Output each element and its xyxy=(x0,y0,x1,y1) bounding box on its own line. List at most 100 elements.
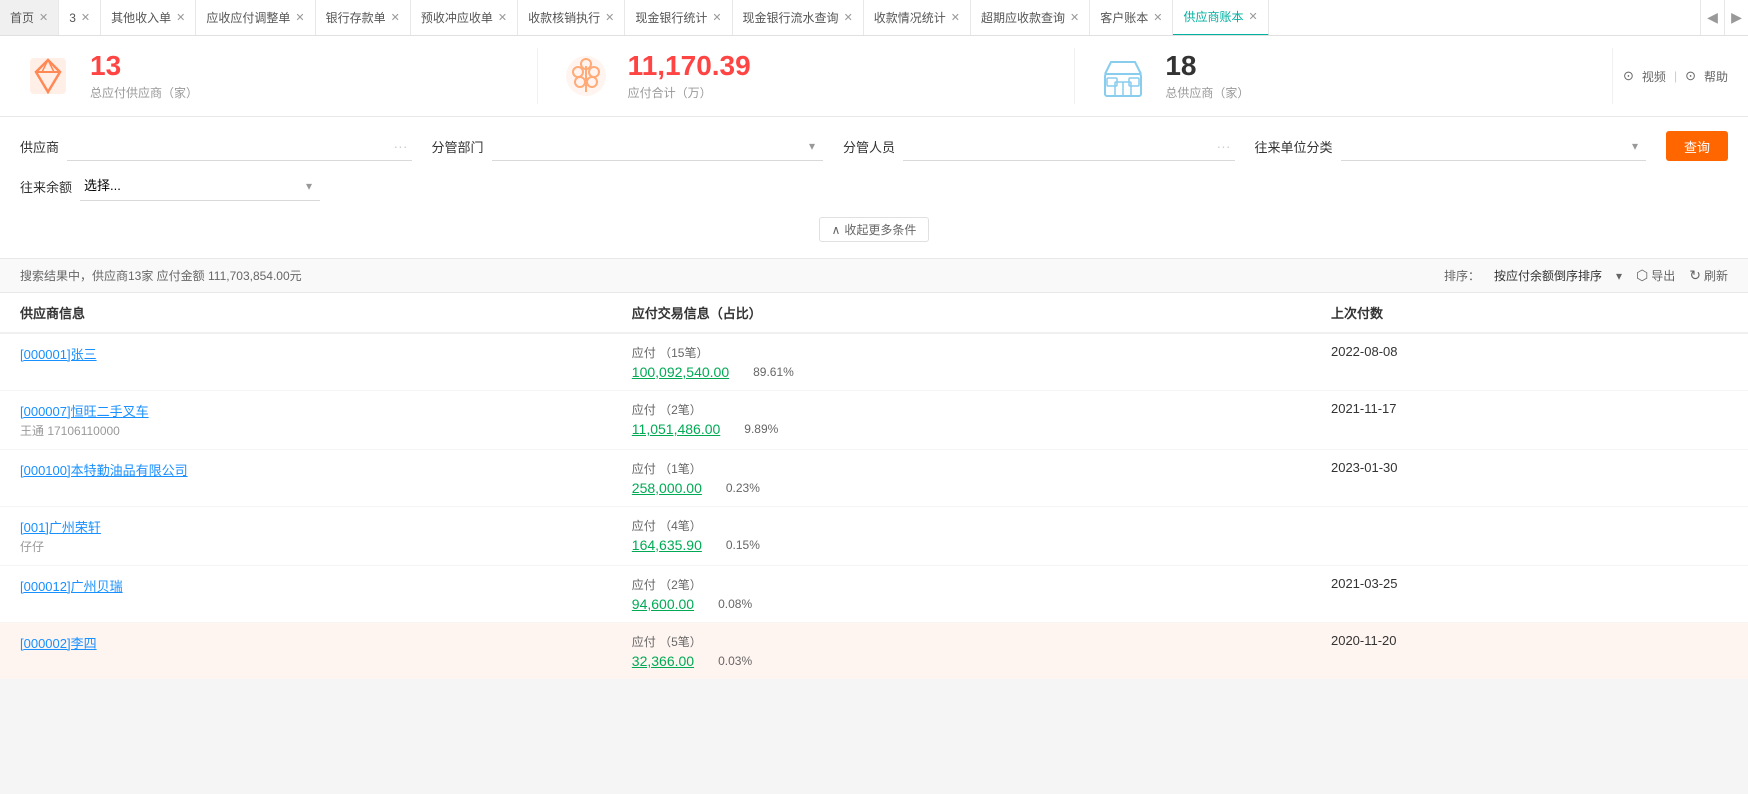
nav-tab-cash-bank-flow-close[interactable]: ✕ xyxy=(844,11,853,24)
txn-count-label: 应付 （5笔） xyxy=(632,633,1291,650)
txn-amount-value[interactable]: 11,051,486.00 xyxy=(632,421,721,437)
table-row: [000007]恒旺二手叉车王通 17106110000应付 （2笔）11,05… xyxy=(0,391,1748,450)
nav-tab-ap-adjust-label: 应收应付调整单 xyxy=(206,9,290,26)
nav-tab-bank-deposit-label: 银行存款单 xyxy=(326,9,386,26)
filter-dept-select[interactable] xyxy=(492,138,823,153)
nav-tab-collection-exec-label: 收款核销执行 xyxy=(528,9,600,26)
supplier-link[interactable]: [000100]本特勤油品有限公司 xyxy=(20,463,188,478)
nav-tab-collection-stat[interactable]: 收款情况统计 ✕ xyxy=(864,0,971,36)
txn-info-cell: 应付 （2笔） 11,051,486.00 9.89% xyxy=(612,391,1311,450)
filter-dept-label: 分管部门 xyxy=(432,137,484,156)
filter-person-input[interactable] xyxy=(903,138,1216,153)
nav-tab-other-income-label: 其他收入单 xyxy=(111,9,171,26)
search-button[interactable]: 查询 xyxy=(1666,131,1728,161)
filter-row-1: 供应商 ··· 分管部门 ▾ 分管人员 ··· xyxy=(20,131,1728,161)
stat-label-payable-amount: 应付合计（万） xyxy=(628,84,751,101)
table-row: [000012]广州贝瑞应付 （2笔）94,600.000.08%2021-03… xyxy=(0,566,1748,623)
video-link[interactable]: 视频 xyxy=(1642,68,1666,85)
nav-tab-overdue[interactable]: 超期应收款查询 ✕ xyxy=(971,0,1090,36)
nav-tab-cash-bank-stat[interactable]: 现金银行统计 ✕ xyxy=(625,0,732,36)
nav-tab-overdue-close[interactable]: ✕ xyxy=(1070,11,1079,24)
nav-tab-supplier-account-label: 供应商账本 xyxy=(1183,8,1243,25)
nav-scroll-left[interactable]: ◀ xyxy=(1700,0,1724,36)
supplier-link[interactable]: [000001]张三 xyxy=(20,347,97,362)
nav-tab-supplier-account[interactable]: 供应商账本 ✕ xyxy=(1173,0,1268,36)
last-payment-cell: 2021-11-17 xyxy=(1311,391,1748,450)
txn-percent-value: 0.15% xyxy=(726,538,760,552)
filter-balance-select[interactable]: 选择... xyxy=(80,178,320,193)
filter-dept-wrap: ▾ xyxy=(492,131,823,161)
txn-amount-value[interactable]: 100,092,540.00 xyxy=(632,364,729,380)
nav-tab-customer-account-label: 客户账本 xyxy=(1100,9,1148,26)
refresh-button[interactable]: ↻ 刷新 xyxy=(1689,267,1728,284)
nav-tab-home-close[interactable]: ✕ xyxy=(39,11,48,24)
export-button[interactable]: ⬡ 导出 xyxy=(1636,267,1675,284)
sort-value[interactable]: 按应付余额倒序排序 xyxy=(1494,267,1602,284)
supplier-info-cell: [000001]张三 xyxy=(0,333,612,391)
result-summary-bar: 搜索结果中，供应商13家 应付金额 111,703,854.00元 排序： 按应… xyxy=(0,259,1748,293)
top-right-links: ⊙ 视频 | ⊙ 帮助 xyxy=(1613,68,1728,85)
filter-dept: 分管部门 ▾ xyxy=(432,131,824,161)
nav-tab-collection-exec[interactable]: 收款核销执行 ✕ xyxy=(518,0,625,36)
nav-tab-other-income-close[interactable]: ✕ xyxy=(176,11,185,24)
txn-amount-value[interactable]: 32,366.00 xyxy=(632,653,694,669)
txn-amount-value[interactable]: 258,000.00 xyxy=(632,480,702,496)
store-icon xyxy=(1095,48,1151,104)
last-payment-date: 2021-11-17 xyxy=(1331,401,1397,416)
balance-chevron-icon: ▾ xyxy=(306,179,312,193)
txn-info-cell: 应付 （4笔） 164,635.90 0.15% xyxy=(612,507,1311,566)
nav-tab-advance-collection-close[interactable]: ✕ xyxy=(498,11,507,24)
nav-tab-cash-bank-flow[interactable]: 现金银行流水查询 ✕ xyxy=(733,0,864,36)
last-payment-cell: 2021-03-25 xyxy=(1311,566,1748,623)
help-icon: ⊙ xyxy=(1685,68,1696,84)
nav-tab-collection-exec-close[interactable]: ✕ xyxy=(605,11,614,24)
txn-amount-value[interactable]: 164,635.90 xyxy=(632,537,702,553)
data-table-wrapper: 供应商信息 应付交易信息（占比） 上次付数 [000001]张三应付 （15笔）… xyxy=(0,293,1748,680)
txn-count-label: 应付 （1笔） xyxy=(632,460,1291,477)
supplier-link[interactable]: [001]广州荣轩 xyxy=(20,520,101,535)
nav-scroll-right[interactable]: ▶ xyxy=(1724,0,1748,36)
nav-tab-bank-deposit[interactable]: 银行存款单 ✕ xyxy=(316,0,411,36)
filter-person: 分管人员 ··· xyxy=(843,131,1235,161)
last-payment-date: 2023-01-30 xyxy=(1331,460,1398,475)
play-icon: ⊙ xyxy=(1623,68,1634,84)
nav-tab-cash-bank-stat-close[interactable]: ✕ xyxy=(712,11,721,24)
nav-tab-advance-collection[interactable]: 预收冲应收单 ✕ xyxy=(411,0,518,36)
person-dots-icon: ··· xyxy=(1217,138,1231,154)
supplier-link[interactable]: [000007]恒旺二手叉车 xyxy=(20,404,149,419)
export-label: 导出 xyxy=(1651,267,1675,284)
table-row: [000001]张三应付 （15笔）100,092,540.0089.61%20… xyxy=(0,333,1748,391)
filter-unit-type-wrap: ▾ xyxy=(1341,131,1646,161)
refresh-icon: ↻ xyxy=(1689,267,1701,284)
nav-tab-3-close[interactable]: ✕ xyxy=(81,11,90,24)
nav-tab-cash-bank-stat-label: 现金银行统计 xyxy=(635,9,707,26)
nav-tab-customer-account[interactable]: 客户账本 ✕ xyxy=(1090,0,1173,36)
nav-tab-3[interactable]: 3 ✕ xyxy=(59,0,101,36)
sort-label: 排序： xyxy=(1444,267,1480,284)
nav-tab-home-label: 首页 xyxy=(10,9,34,26)
txn-count-label: 应付 （2笔） xyxy=(632,401,1291,418)
filter-unit-type-select[interactable] xyxy=(1341,138,1646,153)
help-link[interactable]: 帮助 xyxy=(1704,68,1728,85)
nav-tab-3-label: 3 xyxy=(69,11,76,25)
txn-amount-value[interactable]: 94,600.00 xyxy=(632,596,694,612)
txn-count-label: 应付 （4笔） xyxy=(632,517,1291,534)
supplier-link[interactable]: [000012]广州贝瑞 xyxy=(20,579,123,594)
txn-percent-value: 9.89% xyxy=(744,422,778,436)
nav-tab-collection-stat-close[interactable]: ✕ xyxy=(951,11,960,24)
stat-total-suppliers: 18 总供应商（家） xyxy=(1075,48,1613,104)
nav-tab-other-income[interactable]: 其他收入单 ✕ xyxy=(101,0,196,36)
nav-tab-home[interactable]: 首页 ✕ xyxy=(0,0,59,36)
nav-tab-supplier-account-close[interactable]: ✕ xyxy=(1249,10,1258,23)
filter-area: 供应商 ··· 分管部门 ▾ 分管人员 ··· xyxy=(0,117,1748,259)
supplier-link[interactable]: [000002]李四 xyxy=(20,636,97,651)
nav-tab-bank-deposit-close[interactable]: ✕ xyxy=(391,11,400,24)
nav-tab-ap-adjust-close[interactable]: ✕ xyxy=(295,11,304,24)
supplier-dots-icon: ··· xyxy=(394,138,408,154)
nav-tab-ap-adjust[interactable]: 应收应付调整单 ✕ xyxy=(196,0,315,36)
nav-tab-customer-account-close[interactable]: ✕ xyxy=(1153,11,1162,24)
stat-number-payable-amount: 11,170.39 xyxy=(628,51,751,82)
filter-supplier-input[interactable] xyxy=(67,138,393,153)
col-header-txn-info: 应付交易信息（占比） xyxy=(612,293,1311,333)
collapse-button[interactable]: ∧ 收起更多条件 xyxy=(819,217,930,242)
